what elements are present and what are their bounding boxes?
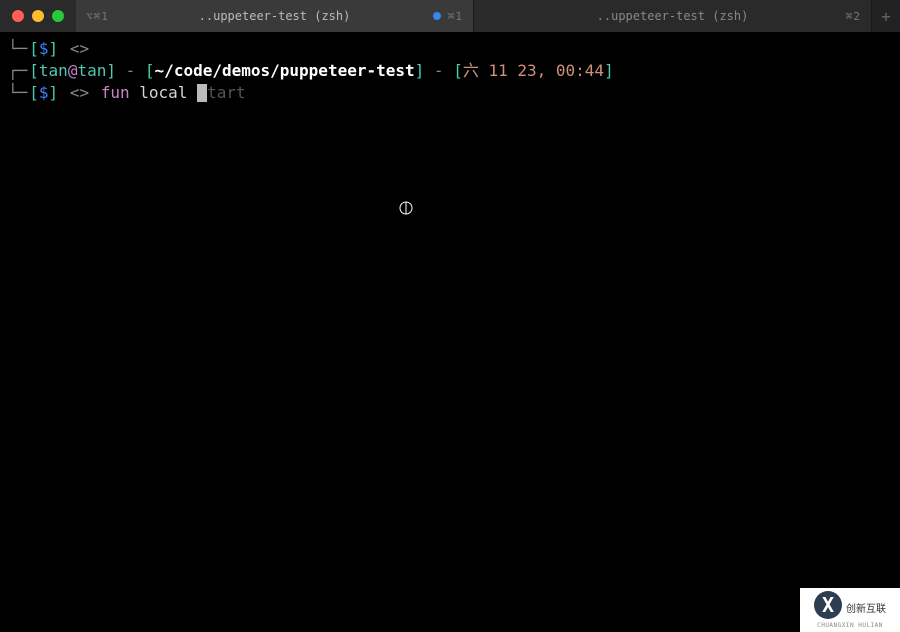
dollar-sign: $	[39, 38, 49, 60]
cursor-block-icon	[197, 84, 207, 102]
titlebar: ⌥⌘1 ..uppeteer-test (zsh) ⌘1 ..uppeteer-…	[0, 0, 900, 32]
close-window-button[interactable]	[12, 10, 24, 22]
terminal-output[interactable]: └─[$] <> ┌─[tan@tan] - [~/code/demos/pup…	[0, 32, 900, 110]
prompt-sep: -	[424, 60, 453, 82]
tab-bar: ⌥⌘1 ..uppeteer-test (zsh) ⌘1 ..uppeteer-…	[76, 0, 872, 32]
bracket-close: ]	[106, 60, 116, 82]
tab-title: ..uppeteer-test (zsh)	[199, 9, 351, 23]
bracket-open: [	[29, 82, 39, 104]
plus-icon: +	[881, 7, 891, 26]
prompt-branch-icon: └─	[8, 38, 27, 60]
prompt-branch-icon: └─	[8, 82, 27, 104]
dollar-sign: $	[39, 82, 49, 104]
prompt-line-input: └─[$] <> fun local tart	[8, 82, 892, 104]
bracket-open: [	[145, 60, 155, 82]
prompt-host: tan	[77, 60, 106, 82]
watermark-brand-icon: X	[814, 591, 842, 619]
autosuggestion: tart	[207, 82, 246, 104]
watermark-text-top: 创新互联	[846, 604, 886, 615]
bracket-open: [	[29, 60, 39, 82]
prompt-path: ~/code/demos/puppeteer-test	[155, 60, 415, 82]
command-input-word2[interactable]: local	[130, 82, 197, 104]
mouse-cursor-ibeam-icon	[398, 200, 414, 216]
prompt-symbol: <>	[70, 38, 89, 60]
tab-dirty-indicator-icon	[433, 12, 441, 20]
zoom-window-button[interactable]	[52, 10, 64, 22]
prompt-at: @	[68, 60, 78, 82]
tab-2[interactable]: ..uppeteer-test (zsh) ⌘2	[474, 0, 872, 32]
minimize-window-button[interactable]	[32, 10, 44, 22]
command-input-word1[interactable]: fun	[101, 82, 130, 104]
prompt-symbol: <>	[70, 82, 89, 104]
prompt-line-top: ┌─[tan@tan] - [~/code/demos/puppeteer-te…	[8, 60, 892, 82]
bracket-close: ]	[49, 38, 59, 60]
bracket-close: ]	[415, 60, 425, 82]
bracket-open: [	[453, 60, 463, 82]
prompt-user: tan	[39, 60, 68, 82]
bracket-open: [	[29, 38, 39, 60]
prompt-sep: -	[116, 60, 145, 82]
tab-shortcut-alt: ⌥⌘1	[86, 10, 109, 23]
tab-shortcut: ⌘2	[846, 10, 861, 23]
tab-shortcut: ⌘1	[448, 10, 463, 23]
prompt-datetime: 六 11 23, 00:44	[463, 60, 604, 82]
new-tab-button[interactable]: +	[872, 0, 900, 32]
prompt-branch-icon: ┌─	[8, 60, 27, 82]
window-controls	[0, 0, 76, 32]
prompt-line-prev: └─[$] <>	[8, 38, 892, 60]
tab-title: ..uppeteer-test (zsh)	[597, 9, 749, 23]
tab-1[interactable]: ⌥⌘1 ..uppeteer-test (zsh) ⌘1	[76, 0, 474, 32]
watermark-logo: X 创新互联 CHUANGXIN HULIAN	[800, 588, 900, 632]
watermark-text-bottom: CHUANGXIN HULIAN	[817, 622, 883, 629]
bracket-close: ]	[49, 82, 59, 104]
bracket-close: ]	[604, 60, 614, 82]
